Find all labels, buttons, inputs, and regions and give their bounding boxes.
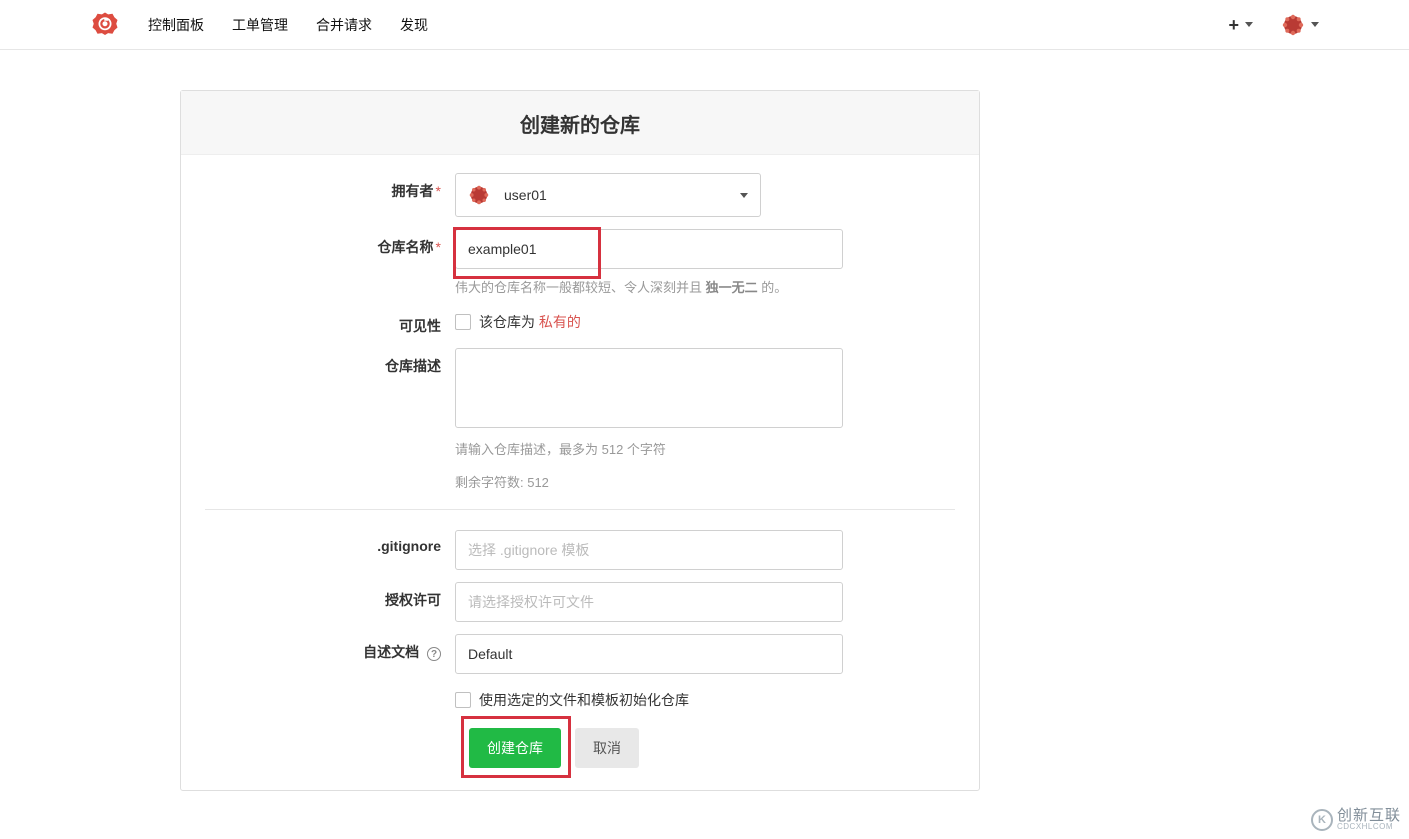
init-repo-checkbox[interactable]: [455, 692, 471, 708]
nav-issues[interactable]: 工单管理: [232, 15, 288, 35]
description-textarea[interactable]: [455, 348, 843, 428]
nav-dashboard[interactable]: 控制面板: [148, 15, 204, 35]
owner-avatar-icon: [468, 184, 490, 206]
create-menu[interactable]: +: [1228, 16, 1253, 34]
section-divider: [205, 509, 955, 510]
navbar-right: +: [1228, 13, 1319, 37]
owner-dropdown[interactable]: user01: [455, 173, 761, 217]
description-remaining: 剩余字符数: 512: [455, 472, 855, 491]
label-gitignore: .gitignore: [205, 530, 455, 554]
watermark-main: 创新互联: [1337, 808, 1401, 823]
actions-row: 创建仓库 取消: [181, 722, 979, 790]
nav-pull-requests[interactable]: 合并请求: [316, 15, 372, 35]
row-init: 使用选定的文件和模板初始化仓库: [181, 686, 979, 710]
row-owner: 拥有者*: [181, 173, 979, 217]
label-license: 授权许可: [205, 582, 455, 610]
row-gitignore: .gitignore 选择 .gitignore 模板: [181, 530, 979, 570]
watermark-sub: CDCXHLCOM: [1337, 823, 1401, 831]
owner-value: user01: [504, 187, 547, 203]
brand-watermark: K 创新互联 CDCXHLCOM: [1311, 808, 1401, 831]
label-owner: 拥有者*: [205, 173, 455, 201]
label-visibility: 可见性: [205, 308, 455, 336]
chevron-down-icon: [740, 193, 748, 198]
user-menu[interactable]: [1281, 13, 1319, 37]
description-hint: 请输入仓库描述，最多为 512 个字符: [455, 439, 855, 458]
help-icon[interactable]: ?: [427, 647, 441, 661]
readme-select[interactable]: Default: [455, 634, 843, 674]
cancel-button[interactable]: 取消: [575, 728, 639, 768]
private-checkbox-label: 该仓库为 私有的: [479, 312, 581, 332]
row-license: 授权许可 请选择授权许可文件: [181, 582, 979, 622]
chevron-down-icon: [1311, 22, 1319, 27]
private-checkbox[interactable]: [455, 314, 471, 330]
create-repo-button[interactable]: 创建仓库: [469, 728, 561, 768]
repo-name-input[interactable]: [455, 229, 843, 269]
gogs-logo-icon[interactable]: [90, 10, 120, 40]
label-repo-name: 仓库名称*: [205, 229, 455, 257]
row-readme: 自述文档 ? Default: [181, 634, 979, 674]
chevron-down-icon: [1245, 22, 1253, 27]
top-navbar: 控制面板 工单管理 合并请求 发现 +: [0, 0, 1409, 50]
navbar-left: 控制面板 工单管理 合并请求 发现: [90, 10, 428, 40]
create-repo-panel: 创建新的仓库 拥有者*: [180, 90, 980, 791]
label-description: 仓库描述: [205, 348, 455, 376]
init-repo-label: 使用选定的文件和模板初始化仓库: [479, 690, 689, 710]
label-readme: 自述文档 ?: [205, 634, 455, 662]
nav-explore[interactable]: 发现: [400, 15, 428, 35]
panel-title: 创建新的仓库: [181, 91, 979, 155]
user-avatar-icon: [1281, 13, 1305, 37]
gitignore-select[interactable]: 选择 .gitignore 模板: [455, 530, 843, 570]
watermark-icon: K: [1311, 809, 1333, 831]
repo-name-hint: 伟大的仓库名称一般都较短、令人深刻并且 独一无二 的。: [455, 277, 855, 296]
row-visibility: 可见性 该仓库为 私有的: [181, 308, 979, 336]
plus-icon: +: [1228, 16, 1239, 34]
row-description: 仓库描述 请输入仓库描述，最多为 512 个字符 剩余字符数: 512: [181, 348, 979, 491]
license-select[interactable]: 请选择授权许可文件: [455, 582, 843, 622]
row-repo-name: 仓库名称* 伟大的仓库名称一般都较短、令人深刻并且 独一无二 的。: [181, 229, 979, 296]
